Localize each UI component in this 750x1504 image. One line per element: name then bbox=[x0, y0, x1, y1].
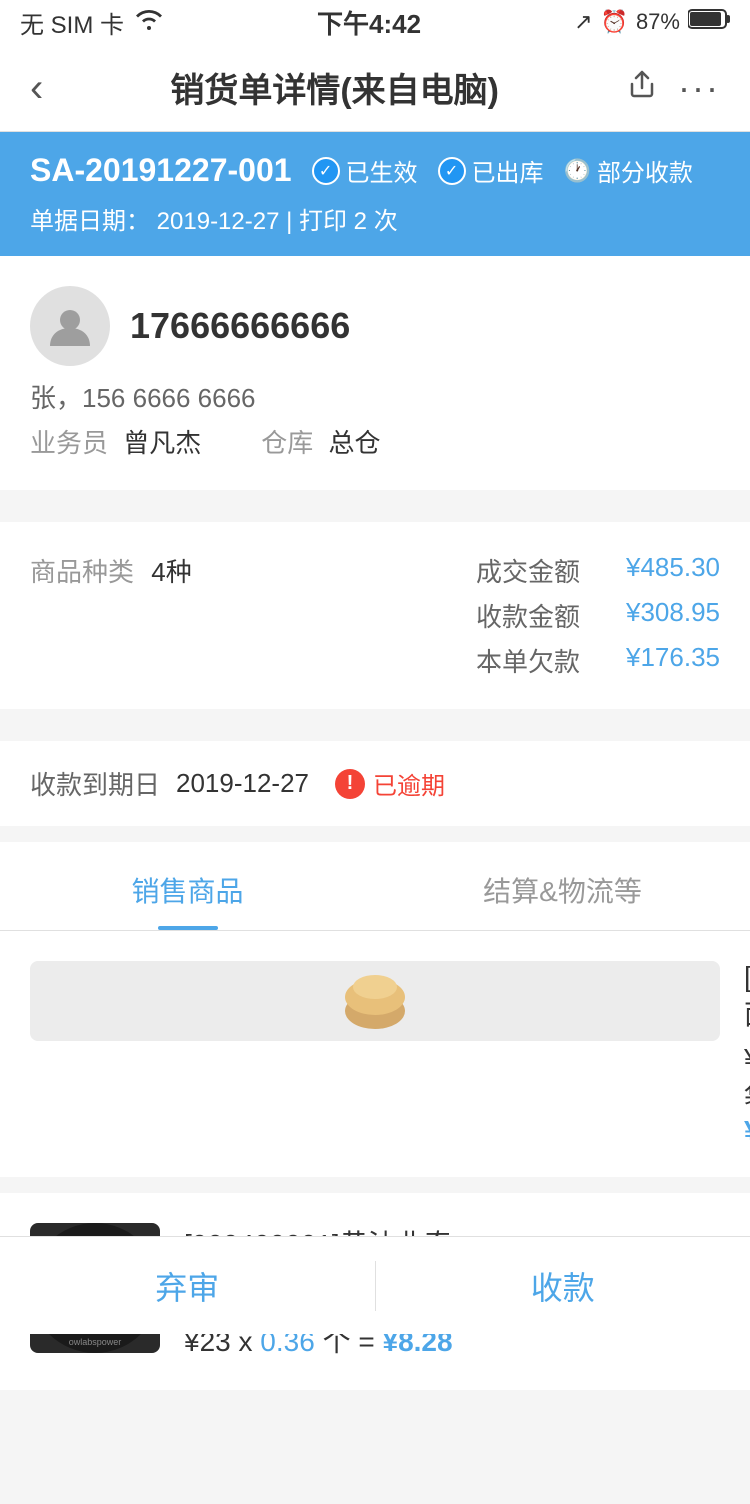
meta-date-label: 单据日期： bbox=[30, 208, 150, 235]
wifi-icon bbox=[134, 8, 164, 37]
overdue-icon: ! bbox=[335, 769, 365, 799]
tab-settlement[interactable]: 结算&物流等 bbox=[375, 842, 750, 930]
clock-icon: 🕐 bbox=[564, 158, 591, 184]
product-name-1: [0000002]面包 bbox=[744, 961, 750, 1033]
cancel-button[interactable]: 弃审 bbox=[0, 1243, 375, 1329]
category-label: 商品种类 bbox=[30, 557, 134, 587]
received-value: ¥308.95 bbox=[600, 597, 720, 634]
customer-card: 17666666666 张，156 6666 6666 业务员 曾凡杰 仓库 总… bbox=[0, 256, 750, 490]
nav-bar: ‹ 销货单详情(来自电脑) ··· bbox=[0, 44, 750, 132]
share-icon[interactable] bbox=[626, 68, 658, 108]
sales-rep-label: 业务员 bbox=[30, 428, 108, 458]
check-icon-2: ✓ bbox=[438, 157, 466, 185]
amount-label: 成交金额 bbox=[476, 552, 580, 589]
summary-card: 商品种类 4种 成交金额 ¥485.30 收款金额 ¥308.95 本单欠款 ¥… bbox=[0, 522, 750, 709]
meta-print: | 打印 2 次 bbox=[286, 208, 398, 235]
check-icon-1: ✓ bbox=[312, 157, 340, 185]
carrier-text: 无 SIM 卡 bbox=[20, 5, 124, 40]
product-info-1: [0000002]面包 ¥40 x 5 袋 = ¥199.99 bbox=[744, 961, 750, 1147]
sales-rep-row: 业务员 曾凡杰 bbox=[30, 423, 201, 460]
product-total-1: ¥199.99 bbox=[744, 1115, 750, 1146]
warehouse-label: 仓库 bbox=[261, 428, 313, 458]
warehouse-row: 仓库 总仓 bbox=[261, 423, 380, 460]
status-bar: 无 SIM 卡 下午4:42 ↗ ⏰ 87% bbox=[0, 0, 750, 44]
due-date-label: 收款到期日 bbox=[30, 765, 160, 802]
meta-date-value: 2019-12-27 bbox=[157, 208, 280, 235]
received-row: 收款金额 ¥308.95 bbox=[476, 597, 720, 634]
due-date-card: 收款到期日 2019-12-27 ! 已逾期 bbox=[0, 741, 750, 826]
back-icon: ‹ bbox=[30, 68, 43, 108]
separator-2 bbox=[0, 725, 750, 741]
status-effective-label: 已生效 bbox=[346, 153, 418, 188]
status-effective: ✓ 已生效 bbox=[312, 153, 418, 188]
page-title: 销货单详情(来自电脑) bbox=[170, 63, 499, 112]
battery-text: 87% bbox=[636, 9, 680, 35]
overdue-badge: ! 已逾期 bbox=[335, 766, 445, 801]
category-value: 4种 bbox=[151, 557, 191, 587]
product-price-row-1: ¥40 x 5 袋 = ¥199.99 bbox=[744, 1043, 750, 1147]
nav-right-icons: ··· bbox=[626, 67, 720, 109]
svg-text:owlabspower: owlabspower bbox=[69, 1337, 122, 1347]
amount-row: 成交金额 ¥485.30 bbox=[476, 552, 720, 589]
customer-name: 17666666666 bbox=[130, 305, 350, 347]
bottom-spacer bbox=[0, 1406, 750, 1504]
status-shipped-label: 已出库 bbox=[472, 153, 544, 188]
tab-sales-products[interactable]: 销售商品 bbox=[0, 842, 375, 930]
customer-details: 业务员 曾凡杰 仓库 总仓 bbox=[30, 423, 720, 460]
avatar bbox=[30, 286, 110, 366]
separator-1 bbox=[0, 506, 750, 522]
product-unit-1: 袋 bbox=[744, 1081, 750, 1112]
alarm-icon: ⏰ bbox=[601, 9, 628, 35]
bottom-bar: 弃审 收款 bbox=[0, 1236, 750, 1334]
overdue-label: 已逾期 bbox=[373, 766, 445, 801]
location-icon: ↗ bbox=[574, 9, 592, 35]
received-label: 收款金额 bbox=[476, 597, 580, 634]
status-bar-left: 无 SIM 卡 bbox=[20, 5, 164, 40]
product-image-bread bbox=[30, 961, 720, 1041]
battery-icon bbox=[688, 8, 730, 36]
status-partial: 🕐 部分收款 bbox=[564, 153, 693, 188]
customer-contact: 张，156 6666 6666 bbox=[30, 378, 720, 415]
status-bar-right: ↗ ⏰ 87% bbox=[574, 8, 730, 36]
status-partial-label: 部分收款 bbox=[597, 153, 693, 188]
warehouse-value: 总仓 bbox=[329, 428, 381, 458]
status-bar-time: 下午4:42 bbox=[317, 4, 421, 41]
product-item: [0000002]面包 ¥40 x 5 袋 = ¥199.99 bbox=[0, 931, 750, 1177]
amount-value: ¥485.30 bbox=[600, 552, 720, 589]
tab-settlement-label: 结算&物流等 bbox=[483, 876, 642, 907]
tabs-container: 销售商品 结算&物流等 bbox=[0, 842, 750, 931]
order-header: SA-20191227-001 ✓ 已生效 ✓ 已出库 🕐 部分收款 单据日期：… bbox=[0, 132, 750, 256]
order-meta: 单据日期： 2019-12-27 | 打印 2 次 bbox=[30, 201, 720, 236]
summary-right: 成交金额 ¥485.30 收款金额 ¥308.95 本单欠款 ¥176.35 bbox=[476, 552, 720, 679]
summary-left: 商品种类 4种 bbox=[30, 552, 192, 589]
tab-sales-label: 销售商品 bbox=[131, 876, 243, 907]
due-date-value: 2019-12-27 bbox=[176, 768, 309, 799]
separator-3 bbox=[0, 826, 750, 842]
order-number: SA-20191227-001 bbox=[30, 152, 292, 189]
back-button[interactable]: ‹ bbox=[30, 68, 43, 108]
sales-rep-value: 曾凡杰 bbox=[123, 428, 201, 458]
more-icon[interactable]: ··· bbox=[678, 67, 720, 109]
confirm-button[interactable]: 收款 bbox=[376, 1243, 750, 1329]
status-shipped: ✓ 已出库 bbox=[438, 153, 544, 188]
owed-value: ¥176.35 bbox=[600, 642, 720, 679]
owed-label: 本单欠款 bbox=[476, 642, 580, 679]
owed-row: 本单欠款 ¥176.35 bbox=[476, 642, 720, 679]
product-price-1: ¥40 bbox=[744, 1043, 750, 1074]
